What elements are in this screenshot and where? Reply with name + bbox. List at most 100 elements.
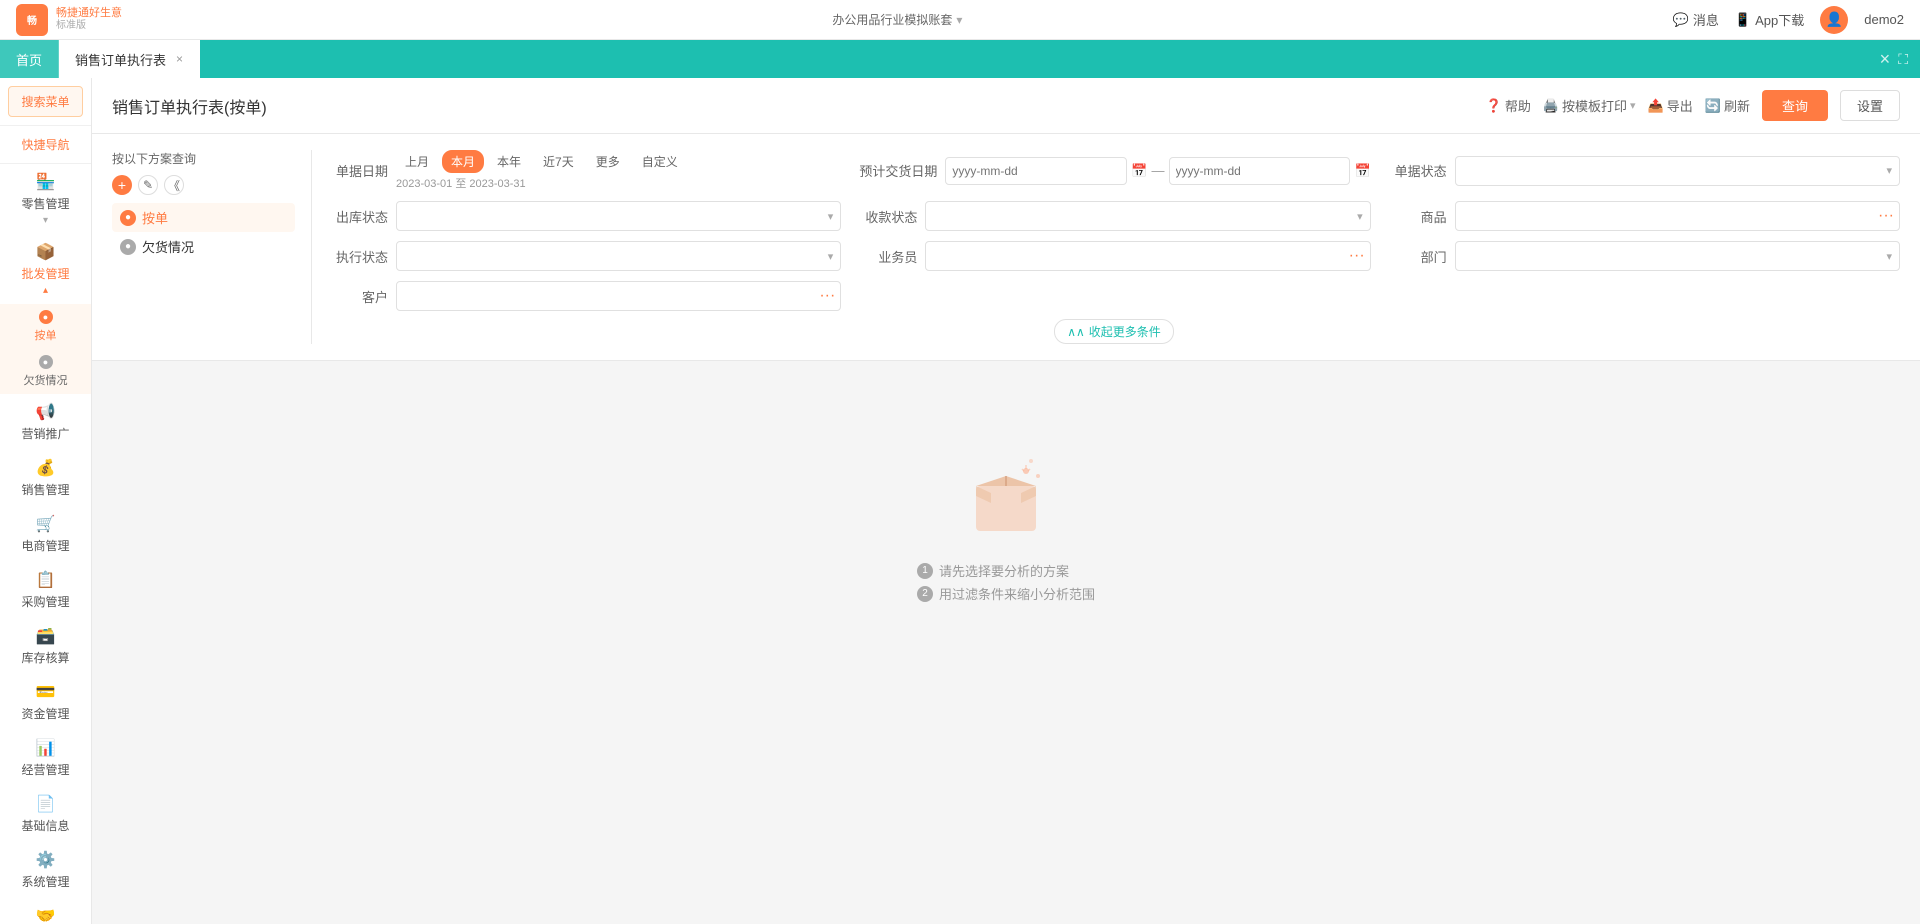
tab-bar-right: × ⛶ <box>1880 40 1920 78</box>
out-status-wrap: ▾ <box>396 201 841 231</box>
breadcrumb: 办公用品行业模拟账套 ▾ <box>832 11 962 28</box>
stock-icon: 🗃️ <box>36 626 56 646</box>
sidebar-item-purchase[interactable]: 📋 采购管理 <box>0 562 91 618</box>
search-menu-button[interactable]: 搜索菜单 <box>8 86 83 117</box>
dept-wrap: ▾ <box>1455 241 1900 271</box>
page-title: 销售订单执行表(按单) <box>112 94 267 118</box>
app-download-btn[interactable]: 📱 App下载 <box>1735 10 1804 29</box>
filter-row-out-status: 出库状态 ▾ <box>328 201 841 231</box>
exec-status-select[interactable] <box>396 241 841 271</box>
top-bar: 畅 畅捷通好生意 标准版 办公用品行业模拟账套 ▾ 💬 消息 📱 App下载 👤… <box>0 0 1920 40</box>
date-range-text: 2023-03-01 至 2023-03-31 <box>396 175 841 191</box>
print-icon: 🖨️ <box>1543 98 1559 114</box>
goods-wrap: ··· <box>1455 201 1900 231</box>
print-btn[interactable]: 🖨️ 按模板打印 ▾ <box>1543 96 1636 115</box>
doc-status-select[interactable] <box>1455 156 1900 186</box>
collapse-up-icon: ∧∧ <box>1067 325 1085 339</box>
receipt-status-label: 收款状态 <box>857 207 917 226</box>
sidebar-item-retail[interactable]: 🏪 零售管理 ▾ <box>0 164 91 234</box>
sidebar-item-marketing[interactable]: 📢 营销推广 <box>0 394 91 450</box>
sidebar-item-system[interactable]: ⚙️ 系统管理 <box>0 842 91 898</box>
window-expand-icon[interactable]: ⛶ <box>1898 51 1908 68</box>
edit-scheme-btn[interactable]: ✎ <box>138 175 158 195</box>
scheme-actions: + ✎ 《 <box>112 175 295 195</box>
help-icon: ❓ <box>1486 98 1502 114</box>
goods-dots-icon[interactable]: ··· <box>1878 207 1894 225</box>
message-btn[interactable]: 💬 消息 <box>1673 10 1719 29</box>
scheme-inactive-icon: ● <box>120 239 136 255</box>
add-scheme-btn[interactable]: + <box>112 175 132 195</box>
按单-icon: ● <box>39 310 53 324</box>
out-status-select[interactable] <box>396 201 841 231</box>
date-tab-7days[interactable]: 近7天 <box>534 150 583 173</box>
query-button[interactable]: 查询 <box>1762 90 1828 121</box>
receipt-status-wrap: ▾ <box>925 201 1370 231</box>
collapse-scheme-btn[interactable]: 《 <box>164 175 184 195</box>
goods-label: 商品 <box>1387 207 1447 226</box>
sidebar-item-finance[interactable]: 💳 资金管理 <box>0 674 91 730</box>
date-tab-more[interactable]: 更多 <box>587 150 629 173</box>
scheme-item-欠货情况[interactable]: ● 欠货情况 <box>112 232 295 261</box>
dept-label: 部门 <box>1387 247 1447 266</box>
salesperson-input[interactable] <box>925 241 1370 271</box>
salesperson-label: 业务员 <box>857 247 917 266</box>
date-tab-this-year[interactable]: 本年 <box>488 150 530 173</box>
avatar[interactable]: 👤 <box>1820 6 1848 34</box>
collapse-button[interactable]: ∧∧ 收起更多条件 <box>1054 319 1174 344</box>
help-btn[interactable]: ❓ 帮助 <box>1486 96 1531 115</box>
sidebar-item-stock[interactable]: 🗃️ 库存核算 <box>0 618 91 674</box>
sidebar-item-wholesale[interactable]: 📦 批发管理 ▴ <box>0 234 91 304</box>
expected-date-from[interactable] <box>945 157 1127 185</box>
setting-button[interactable]: 设置 <box>1840 90 1900 121</box>
quick-nav-label[interactable]: 快捷导航 <box>0 132 91 157</box>
expected-date-to[interactable] <box>1169 157 1351 185</box>
username[interactable]: demo2 <box>1864 12 1904 27</box>
window-close-icon[interactable]: × <box>1880 49 1891 70</box>
exec-status-wrap: ▾ <box>396 241 841 271</box>
sidebar-item-business[interactable]: 📊 经营管理 <box>0 730 91 786</box>
exec-status-label: 执行状态 <box>328 247 388 266</box>
goods-input[interactable] <box>1455 201 1900 231</box>
calendar-from-icon: 📅 <box>1131 163 1147 179</box>
wholesale-icon: 📦 <box>36 242 56 262</box>
customer-input[interactable] <box>396 281 841 311</box>
empty-illustration <box>956 441 1056 541</box>
customer-dots-icon[interactable]: ··· <box>819 287 835 305</box>
filter-grid: 单据日期 上月 本月 本年 近7天 更多 自定义 20 <box>328 150 1900 311</box>
tip-1-num: 1 <box>917 563 933 579</box>
tab-home[interactable]: 首页 <box>0 40 59 78</box>
scheme-item-按单[interactable]: ● 按单 <box>112 203 295 232</box>
business-icon: 📊 <box>36 738 56 758</box>
sales-icon: 💰 <box>36 458 56 478</box>
tab-sales-order[interactable]: 销售订单执行表 × <box>59 40 200 78</box>
date-tab-this-month[interactable]: 本月 <box>442 150 484 173</box>
date-tab-custom[interactable]: 自定义 <box>633 150 687 173</box>
receipt-status-select[interactable] <box>925 201 1370 231</box>
sidebar-item-cooperation[interactable]: 🤝 企业协同 <box>0 898 91 924</box>
refresh-icon: 🔄 <box>1705 98 1721 114</box>
filter-row-receipt-status: 收款状态 ▾ <box>857 201 1370 231</box>
sidebar-item-ecommerce[interactable]: 🛒 电商管理 <box>0 506 91 562</box>
out-status-label: 出库状态 <box>328 207 388 226</box>
sidebar-item-basic[interactable]: 📄 基础信息 <box>0 786 91 842</box>
sidebar-item-欠货情况[interactable]: ● 欠货情况 <box>0 349 91 394</box>
main-layout: 搜索菜单 快捷导航 🏪 零售管理 ▾ 📦 批发管理 ▴ ● 按单 ● <box>0 78 1920 924</box>
date-label: 单据日期 <box>328 161 388 180</box>
filter-fields: 单据日期 上月 本月 本年 近7天 更多 自定义 20 <box>312 150 1900 344</box>
ecommerce-icon: 🛒 <box>36 514 56 534</box>
message-icon: 💬 <box>1673 12 1689 28</box>
sidebar-item-sales[interactable]: 💰 销售管理 <box>0 450 91 506</box>
salesperson-dots-icon[interactable]: ··· <box>1349 247 1365 265</box>
content-area: 销售订单执行表(按单) ❓ 帮助 🖨️ 按模板打印 ▾ 📤 导出 🔄 刷新 <box>92 78 1920 924</box>
top-bar-left: 畅 畅捷通好生意 标准版 <box>16 4 122 36</box>
sidebar-item-按单[interactable]: ● 按单 <box>0 304 91 349</box>
empty-state: 1 请先选择要分析的方案 2 用过滤条件来缩小分析范围 <box>92 361 1920 687</box>
dept-select[interactable] <box>1455 241 1900 271</box>
logo-icon: 畅 <box>16 4 48 36</box>
export-btn[interactable]: 📤 导出 <box>1648 96 1693 115</box>
tab-close-icon[interactable]: × <box>176 52 183 66</box>
date-tab-last-month[interactable]: 上月 <box>396 150 438 173</box>
sidebar-search-section: 搜索菜单 <box>0 78 91 126</box>
refresh-btn[interactable]: 🔄 刷新 <box>1705 96 1750 115</box>
phone-icon: 📱 <box>1735 12 1751 28</box>
